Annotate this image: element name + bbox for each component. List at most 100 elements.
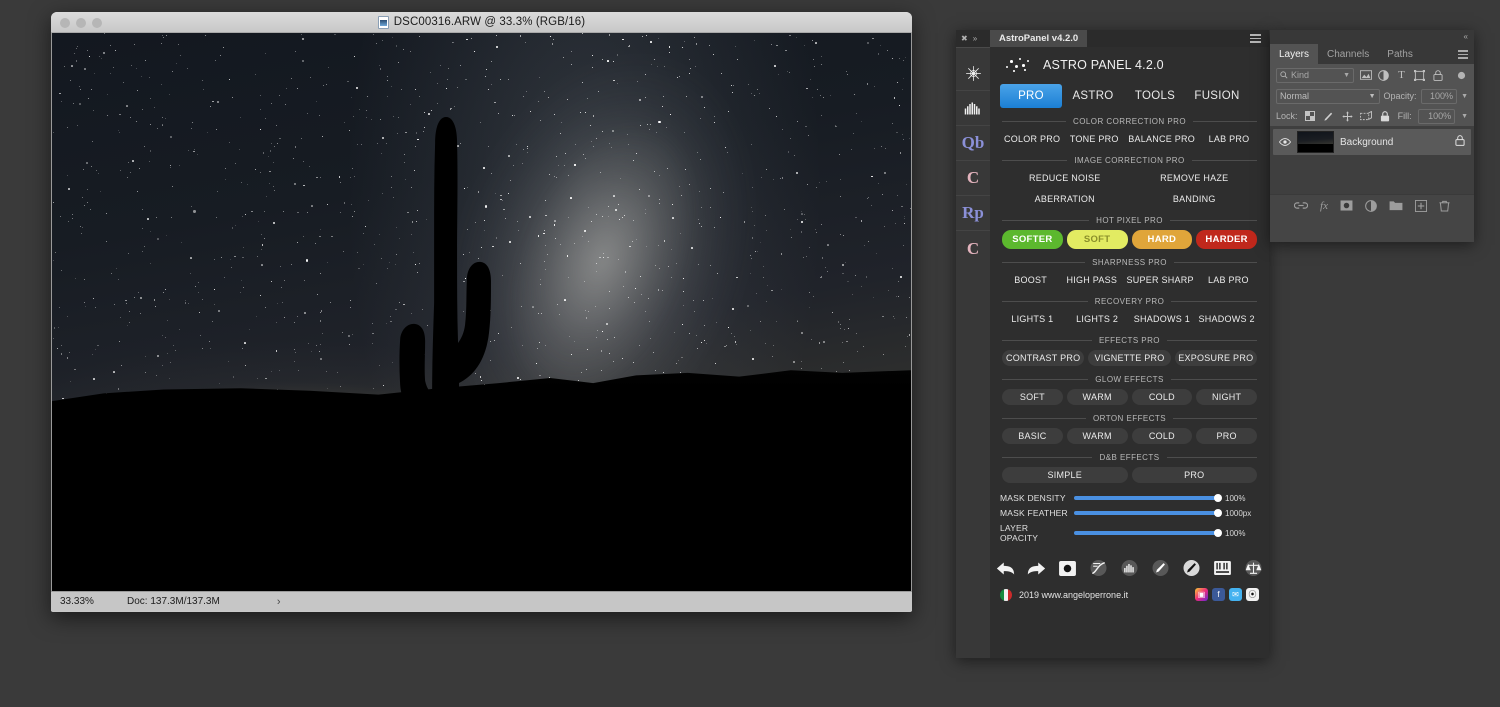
expand-chevrons-icon[interactable]: » (973, 34, 977, 43)
button-remove-haze[interactable]: REMOVE HAZE (1132, 170, 1258, 186)
layer-name[interactable]: Background (1340, 137, 1449, 148)
camera-mask-icon[interactable] (1058, 558, 1078, 578)
button-high-pass[interactable]: HIGH PASS (1063, 272, 1120, 288)
button-cold[interactable]: COLD (1131, 389, 1193, 405)
button-lights-2[interactable]: LIGHTS 2 (1067, 311, 1128, 327)
type-filter-icon[interactable]: T (1395, 69, 1408, 82)
histogram-icon[interactable] (1120, 558, 1140, 578)
tab-tools[interactable]: TOOLS (1124, 84, 1186, 108)
layer-thumbnail[interactable] (1297, 131, 1334, 153)
button-shadows-2[interactable]: SHADOWS 2 (1196, 311, 1257, 327)
slider-mask-density[interactable]: MASK DENSITY 100% (1000, 493, 1259, 503)
button-cold[interactable]: COLD (1131, 428, 1193, 444)
fill-input[interactable]: 100% (1417, 108, 1456, 124)
tab-channels[interactable]: Channels (1318, 44, 1378, 64)
flickr-icon[interactable]: ⦿ (1246, 588, 1259, 601)
slider-track[interactable] (1074, 494, 1222, 502)
button-lab-pro[interactable]: LAB PRO (1201, 131, 1257, 147)
button-harder[interactable]: HARDER (1196, 230, 1257, 249)
button-warm[interactable]: WARM (1066, 389, 1128, 405)
slider-layer-opacity[interactable]: LAYER OPACITY 100% (1000, 523, 1259, 543)
button-warm[interactable]: WARM (1066, 428, 1128, 444)
link-layers-icon[interactable] (1294, 201, 1309, 210)
button-night[interactable]: NIGHT (1196, 389, 1257, 405)
opacity-input[interactable]: 100% (1420, 88, 1458, 104)
white-brush-icon[interactable] (1151, 558, 1171, 578)
close-icon[interactable]: ✖ (961, 34, 968, 43)
button-lab-pro[interactable]: LAB PRO (1200, 272, 1257, 288)
rail-item-rp[interactable]: Rp (956, 196, 990, 231)
rail-item-histogram[interactable] (956, 91, 990, 126)
slider-track[interactable] (1074, 529, 1222, 537)
email-icon[interactable]: ✉ (1229, 588, 1242, 601)
rail-item-c[interactable]: C (956, 161, 990, 196)
instagram-icon[interactable]: ▣ (1195, 588, 1208, 601)
tab-astro[interactable]: ASTRO (1062, 84, 1124, 108)
zoom-window-button[interactable] (92, 18, 102, 28)
smartobject-filter-icon[interactable] (1431, 69, 1444, 82)
astro-panel-tab[interactable]: AstroPanel v4.2.0 (990, 30, 1088, 47)
layers-panel-menu-icon[interactable] (1458, 50, 1468, 59)
window-controls[interactable] (60, 18, 102, 28)
status-menu-arrow-icon[interactable]: › (220, 596, 281, 608)
button-exposure-pro[interactable]: EXPOSURE PRO (1174, 350, 1257, 366)
button-color-pro[interactable]: COLOR PRO (1002, 131, 1062, 147)
shape-filter-icon[interactable] (1413, 69, 1426, 82)
lock-position-icon[interactable] (1341, 110, 1354, 123)
tab-fusion[interactable]: FUSION (1186, 84, 1248, 108)
button-tone-pro[interactable]: TONE PRO (1066, 131, 1122, 147)
adjustment-filter-icon[interactable] (1377, 69, 1390, 82)
keyboard-icon[interactable] (1213, 558, 1233, 578)
tab-layers[interactable]: Layers (1270, 44, 1319, 64)
fx-icon[interactable]: fx (1320, 200, 1328, 212)
facebook-icon[interactable]: f (1212, 588, 1225, 601)
image-filter-icon[interactable] (1359, 69, 1372, 82)
panel-collapse-bar[interactable]: « (1270, 30, 1474, 44)
slider-handle[interactable] (1214, 529, 1222, 537)
button-soft[interactable]: SOFT (1002, 389, 1063, 405)
delete-layer-icon[interactable] (1439, 200, 1450, 212)
button-balance-pro[interactable]: BALANCE PRO (1126, 131, 1197, 147)
button-lights-1[interactable]: LIGHTS 1 (1002, 311, 1063, 327)
new-group-icon[interactable] (1389, 200, 1403, 211)
layer-visibility-icon[interactable] (1279, 138, 1291, 146)
button-hard[interactable]: HARD (1131, 230, 1193, 249)
button-banding[interactable]: BANDING (1132, 191, 1258, 207)
chevron-down-icon[interactable]: ▼ (1343, 72, 1350, 79)
button-aberration[interactable]: ABERRATION (1002, 191, 1128, 207)
zoom-level-field[interactable]: 33.33% (51, 596, 107, 607)
lock-all-icon[interactable] (1379, 110, 1392, 123)
rail-item-astro-panel-wheel[interactable] (956, 56, 990, 91)
slider-mask-feather[interactable]: MASK FEATHER 1000px (1000, 508, 1259, 518)
button-basic[interactable]: BASIC (1002, 428, 1063, 444)
button-pro[interactable]: PRO (1196, 428, 1257, 444)
rail-item-qb[interactable]: Qb (956, 126, 990, 161)
document-statusbar[interactable]: 33.33% Doc: 137.3M/137.3M › (51, 591, 912, 611)
chevron-down-icon[interactable]: ▼ (1369, 93, 1376, 100)
button-softer[interactable]: SOFTER (1002, 230, 1063, 249)
slider-handle[interactable] (1214, 494, 1222, 502)
minimize-window-button[interactable] (76, 18, 86, 28)
curves-icon[interactable] (1089, 558, 1109, 578)
lock-artboard-icon[interactable] (1360, 110, 1373, 123)
button-soft[interactable]: SOFT (1066, 230, 1128, 249)
button-pro[interactable]: PRO (1131, 467, 1257, 483)
document-canvas[interactable] (51, 33, 912, 591)
layer-mask-icon[interactable] (1340, 200, 1353, 211)
slider-handle[interactable] (1214, 509, 1222, 517)
blend-mode-select[interactable]: Normal ▼ (1276, 88, 1380, 104)
layer-row[interactable]: Background (1273, 129, 1471, 155)
document-titlebar[interactable]: DSC00316.ARW @ 33.3% (RGB/16) (51, 12, 912, 33)
rail-item-c2[interactable]: C (956, 231, 990, 266)
button-shadows-1[interactable]: SHADOWS 1 (1132, 311, 1193, 327)
adjustment-layer-icon[interactable] (1365, 199, 1377, 212)
tab-paths[interactable]: Paths (1378, 44, 1422, 64)
button-boost[interactable]: BOOST (1002, 272, 1059, 288)
lock-image-icon[interactable] (1322, 110, 1335, 123)
button-super-sharp[interactable]: SUPER SHARP (1124, 272, 1195, 288)
slider-track[interactable] (1074, 509, 1222, 517)
black-brush-icon[interactable] (1182, 558, 1202, 578)
button-simple[interactable]: SIMPLE (1002, 467, 1128, 483)
filter-toggle-icon[interactable] (1455, 69, 1468, 82)
panel-menu-icon[interactable] (1250, 34, 1261, 43)
